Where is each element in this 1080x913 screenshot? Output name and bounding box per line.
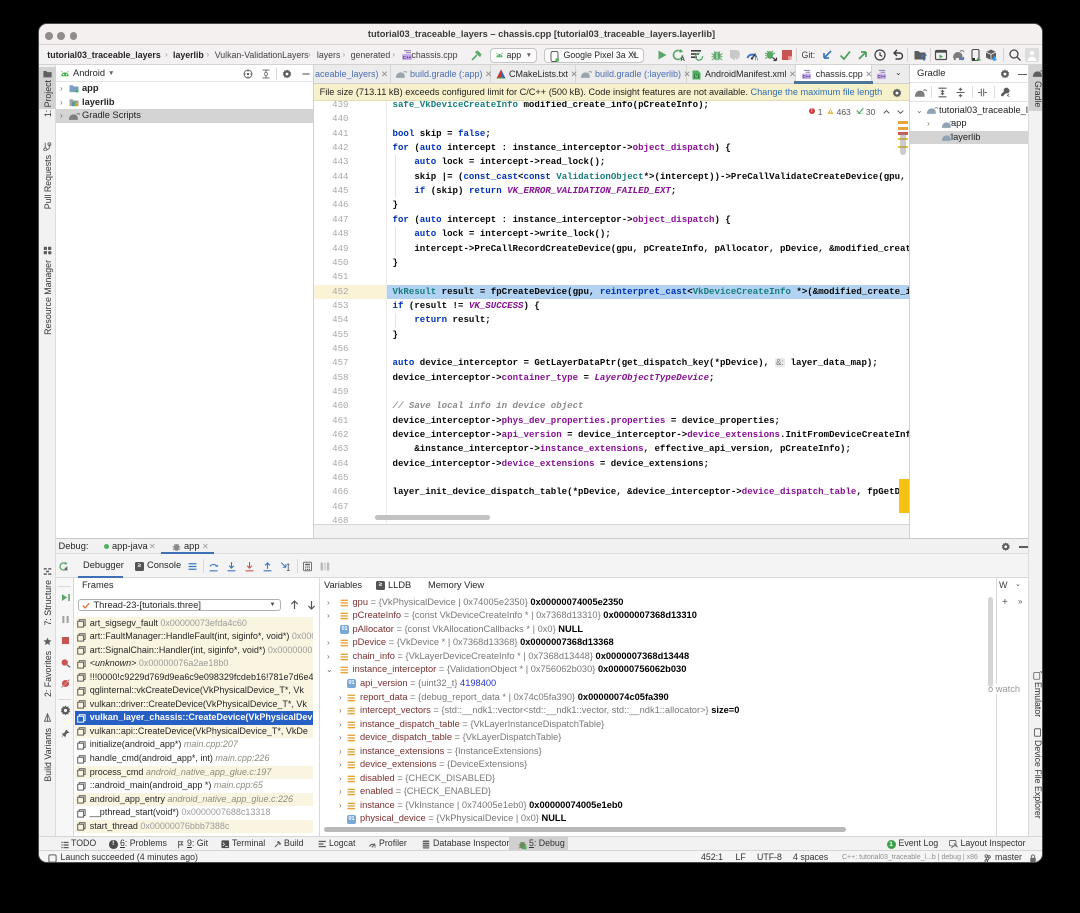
svg-text:C++: C++	[878, 74, 886, 79]
svg-text:n: n	[374, 845, 376, 849]
svg-text:2: 2	[790, 56, 793, 61]
svg-text:A: A	[681, 57, 686, 62]
svg-text:n: n	[755, 57, 758, 63]
svg-text:M: M	[695, 74, 698, 78]
svg-text:C++: C++	[402, 55, 411, 60]
svg-text:C++: C++	[802, 74, 810, 79]
